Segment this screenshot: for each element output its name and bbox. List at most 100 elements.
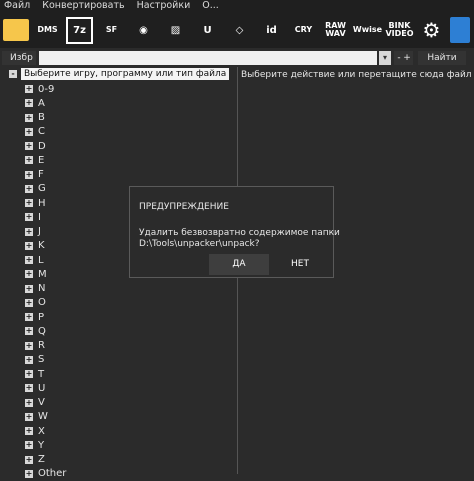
expand-icon[interactable]: +	[25, 113, 33, 122]
tree-item[interactable]: + J	[25, 225, 41, 239]
expand-icon[interactable]: +	[25, 142, 33, 150]
tree-item[interactable]: + A	[25, 96, 45, 110]
menu-settings[interactable]: Настройки	[137, 0, 191, 12]
find-button[interactable]: Найти	[418, 51, 466, 65]
tree-item-label[interactable]: B	[38, 112, 45, 123]
raw-wav-icon[interactable]: RAW WAV	[322, 17, 349, 44]
tree-item-label[interactable]: Q	[38, 326, 46, 337]
tree-item-label[interactable]: X	[38, 426, 45, 437]
tree-item[interactable]: +0-9	[25, 82, 54, 96]
tree-item[interactable]: + T	[25, 367, 44, 381]
tree-root[interactable]: - Выберите игру, программу или тип файла	[9, 68, 230, 80]
menu-convert[interactable]: Конвертировать	[42, 0, 124, 12]
expand-icon[interactable]: +	[25, 313, 33, 321]
dms-icon[interactable]: DMS	[34, 17, 61, 44]
settings-gear-icon[interactable]: ⚙	[418, 17, 445, 44]
sfx-icon[interactable]: SF	[98, 17, 125, 44]
tree-item-label[interactable]: J	[38, 226, 41, 237]
no-button[interactable]: НЕТ	[270, 254, 330, 275]
tree-item-label[interactable]: R	[38, 340, 45, 351]
tree-item[interactable]: + B	[25, 111, 45, 125]
tree-root-label[interactable]: Выберите игру, программу или тип файла	[21, 68, 230, 80]
tree-item-label[interactable]: G	[38, 183, 46, 194]
expand-icon[interactable]: +	[25, 85, 33, 93]
plus-button[interactable]: +	[401, 51, 413, 65]
collapse-icon[interactable]: -	[9, 70, 17, 78]
expand-icon[interactable]: +	[25, 270, 33, 279]
tree-item[interactable]: + R	[25, 339, 45, 353]
expand-icon[interactable]: +	[25, 355, 33, 364]
tree-item[interactable]: + C	[25, 125, 45, 139]
tree-item-label[interactable]: L	[38, 255, 44, 266]
tree-item-label[interactable]: H	[38, 198, 46, 209]
expand-icon[interactable]: +	[25, 184, 33, 193]
expand-icon[interactable]: +	[25, 298, 33, 307]
expand-icon[interactable]: +	[25, 156, 33, 165]
expand-icon[interactable]: +	[25, 284, 33, 293]
expand-icon[interactable]: +	[25, 384, 33, 393]
chevron-down-icon[interactable]: ▾	[379, 51, 391, 65]
expand-icon[interactable]: +	[25, 427, 33, 435]
tree-item-label[interactable]: D	[38, 141, 46, 152]
tree-item-label[interactable]: V	[38, 397, 45, 408]
tree-item-label[interactable]: A	[38, 98, 45, 109]
tree-item[interactable]: + F	[25, 168, 44, 182]
tree-item[interactable]: + U	[25, 381, 45, 395]
tree-item-label[interactable]: W	[38, 411, 48, 422]
id-tech-icon[interactable]: id	[258, 17, 285, 44]
tree-item[interactable]: + P	[25, 310, 44, 324]
tree-item[interactable]: + D	[25, 139, 46, 153]
gamepad-icon[interactable]: ◉	[130, 17, 157, 44]
tree-item-label[interactable]: O	[38, 297, 46, 308]
tree-item[interactable]: + S	[25, 353, 44, 367]
tree-item-label[interactable]: F	[38, 169, 44, 180]
favorites-button[interactable]: Избр	[2, 51, 36, 65]
expand-icon[interactable]: +	[25, 455, 33, 464]
tree-item[interactable]: + Y	[25, 438, 44, 452]
tree-item[interactable]: + M	[25, 267, 47, 281]
expand-icon[interactable]: +	[25, 127, 33, 136]
expand-icon[interactable]: +	[25, 370, 33, 378]
menu-file[interactable]: Файл	[4, 0, 30, 12]
tree-item[interactable]: + I	[25, 210, 41, 224]
tree-item-label[interactable]: N	[38, 283, 45, 294]
tree-item-label[interactable]: M	[38, 269, 47, 280]
tree-item[interactable]: + O	[25, 296, 46, 310]
expand-icon[interactable]: +	[25, 256, 33, 264]
menu-about[interactable]: О...	[202, 0, 219, 12]
expand-icon[interactable]: +	[25, 170, 33, 179]
tree-item[interactable]: + V	[25, 396, 45, 410]
search-input[interactable]	[39, 51, 377, 65]
tree-item[interactable]: + L	[25, 253, 44, 267]
tree-item-label[interactable]: E	[38, 155, 44, 166]
tree-item[interactable]: + K	[25, 239, 45, 253]
tree-item-label[interactable]: C	[38, 126, 45, 137]
7z-icon[interactable]: 7z	[66, 16, 93, 44]
expand-icon[interactable]: +	[25, 227, 33, 236]
tree-item-label[interactable]: S	[38, 354, 44, 365]
tree-item-label[interactable]: Z	[38, 454, 45, 465]
tree-item-label[interactable]: 0-9	[38, 84, 54, 95]
tree-item[interactable]: + G	[25, 182, 46, 196]
expand-icon[interactable]: +	[25, 213, 33, 222]
tree-item[interactable]: + Q	[25, 324, 46, 338]
tree-item[interactable]: + Z	[25, 453, 45, 467]
tree-item[interactable]: + X	[25, 424, 45, 438]
expand-icon[interactable]: +	[25, 327, 33, 336]
expand-icon[interactable]: +	[25, 341, 33, 350]
yes-button[interactable]: ДА	[209, 254, 269, 275]
tree-item-label[interactable]: Y	[38, 440, 44, 451]
trash-icon[interactable]	[450, 17, 470, 43]
unreal-icon[interactable]: U	[194, 17, 221, 44]
wwise-icon[interactable]: Wwise	[353, 17, 382, 44]
tree-item-label[interactable]: I	[38, 212, 41, 223]
cryengine-icon[interactable]: CRY	[290, 17, 317, 44]
tree-item-label[interactable]: T	[38, 369, 44, 380]
expand-icon[interactable]: +	[25, 241, 33, 250]
expand-icon[interactable]: +	[25, 99, 33, 108]
stripes-icon[interactable]: ▨	[162, 17, 189, 44]
expand-icon[interactable]: +	[25, 199, 33, 207]
expand-icon[interactable]: +	[25, 398, 33, 407]
tree-item[interactable]: + W	[25, 410, 48, 424]
tree-item-label[interactable]: U	[38, 383, 45, 394]
